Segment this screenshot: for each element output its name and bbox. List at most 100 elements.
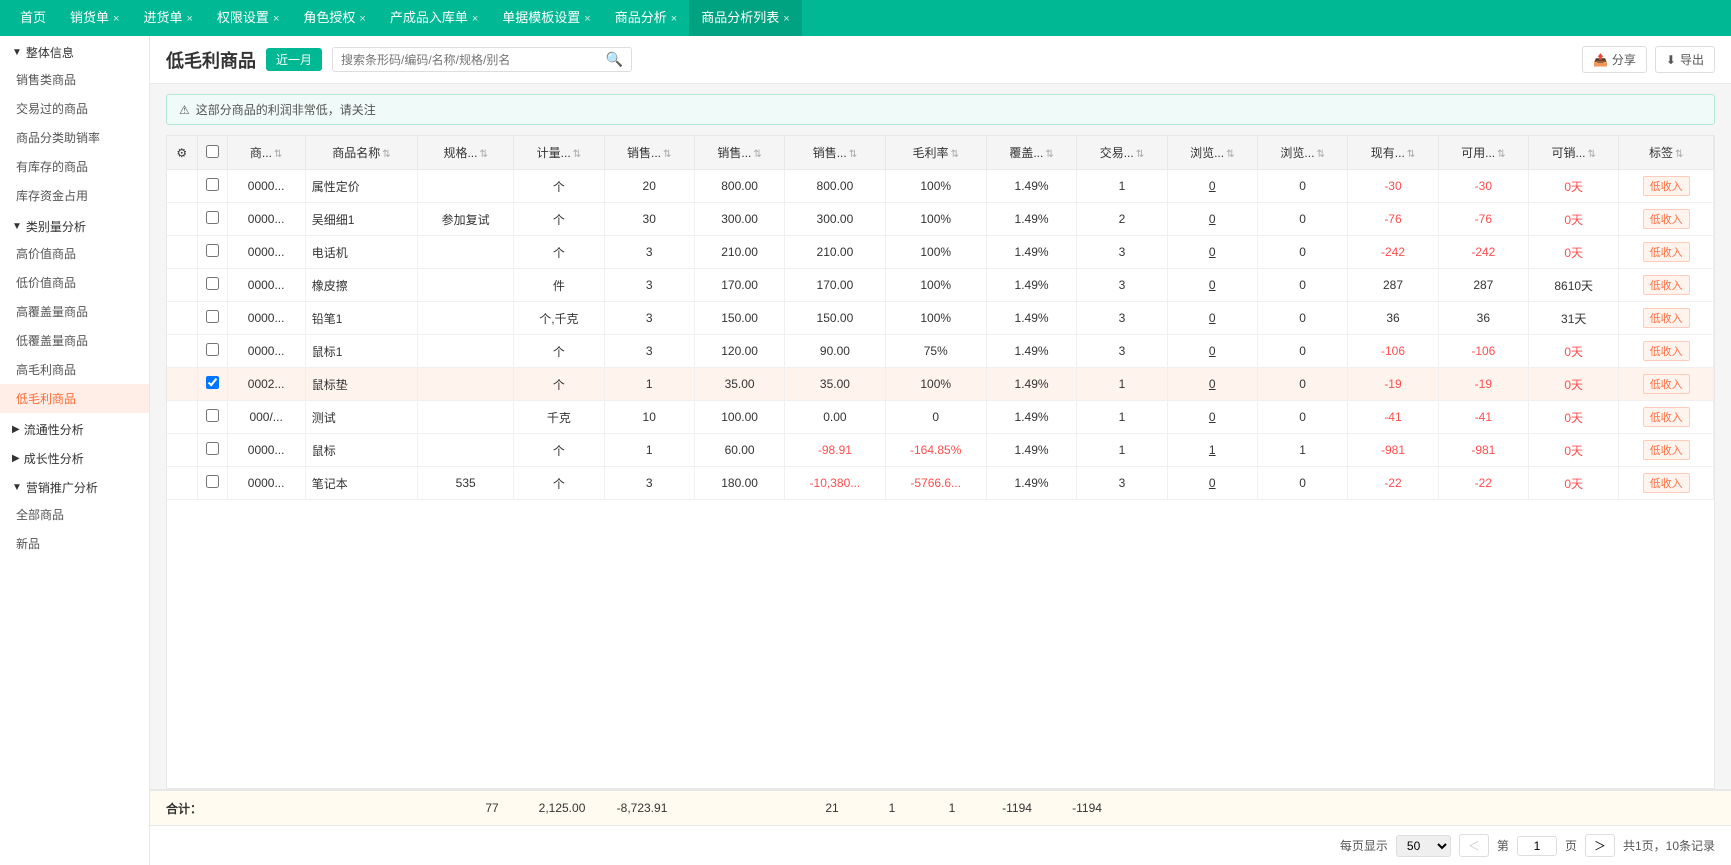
nav-purchase[interactable]: 进货单× (131, 0, 204, 36)
share-button[interactable]: 📤 分享 (1582, 46, 1647, 73)
cell-browse1[interactable]: 0 (1167, 269, 1257, 302)
cell-browse1[interactable]: 0 (1167, 170, 1257, 203)
nav-product-analysis-list[interactable]: 商品分析列表× (689, 0, 801, 36)
sidebar-group-liquidity[interactable]: ▶ 流通性分析 (0, 413, 149, 442)
sidebar-item-category-rate[interactable]: 商品分类助销率 (0, 123, 149, 152)
row-checkbox-3[interactable] (206, 277, 219, 290)
cell-browse1[interactable]: 0 (1167, 335, 1257, 368)
col-browse2[interactable]: 浏览...⇅ (1257, 136, 1347, 170)
cell-browse1[interactable]: 0 (1167, 368, 1257, 401)
sidebar-item-new-products[interactable]: 新品 (0, 529, 149, 558)
cell-current-stock: -106 (1348, 335, 1438, 368)
close-purchase-icon[interactable]: × (186, 13, 192, 25)
col-available[interactable]: 可用...⇅ (1438, 136, 1528, 170)
nav-product-entry[interactable]: 产成品入库单× (378, 0, 490, 36)
sidebar-item-low-value[interactable]: 低价值商品 (0, 268, 149, 297)
nav-template[interactable]: 单据模板设置× (490, 0, 602, 36)
col-browse1[interactable]: 浏览...⇅ (1167, 136, 1257, 170)
col-tag[interactable]: 标签⇅ (1619, 136, 1714, 170)
col-sale-qty[interactable]: 销售...⇅ (604, 136, 694, 170)
sidebar-group-growth[interactable]: ▶ 成长性分析 (0, 442, 149, 471)
row-checkbox-9[interactable] (206, 475, 219, 488)
per-page-select[interactable]: 50 100 200 (1396, 835, 1451, 857)
col-sellable[interactable]: 可销...⇅ (1529, 136, 1619, 170)
sidebar-item-all-products[interactable]: 全部商品 (0, 500, 149, 529)
sidebar-item-stock-capital[interactable]: 库存资金占用 (0, 181, 149, 210)
sidebar-item-low-margin[interactable]: 低毛利商品 (0, 384, 149, 413)
cell-checkbox[interactable] (197, 302, 227, 335)
cell-checkbox[interactable] (197, 203, 227, 236)
col-settings[interactable]: ⚙ (167, 136, 197, 170)
cell-checkbox[interactable] (197, 269, 227, 302)
close-template-icon[interactable]: × (584, 13, 590, 25)
nav-sales[interactable]: 销货单× (58, 0, 131, 36)
nav-product-analysis[interactable]: 商品分析× (603, 0, 689, 36)
col-spec[interactable]: 规格...⇅ (418, 136, 514, 170)
sidebar-item-high-value[interactable]: 高价值商品 (0, 239, 149, 268)
cell-checkbox[interactable] (197, 335, 227, 368)
close-product-icon[interactable]: × (472, 13, 478, 25)
close-analysis-list-icon[interactable]: × (783, 13, 789, 25)
footer-sale-price: 2,125.00 (522, 797, 602, 819)
row-checkbox-0[interactable] (206, 178, 219, 191)
cell-sale-amount: 150.00 (785, 302, 885, 335)
cell-browse1[interactable]: 1 (1167, 434, 1257, 467)
cell-tag: 低收入 (1619, 368, 1714, 401)
nav-permissions[interactable]: 权限设置× (205, 0, 291, 36)
cell-checkbox[interactable] (197, 434, 227, 467)
nav-home[interactable]: 首页 (8, 0, 58, 36)
cell-checkbox[interactable] (197, 236, 227, 269)
cell-browse1[interactable]: 0 (1167, 203, 1257, 236)
sidebar-item-low-coverage[interactable]: 低覆盖量商品 (0, 326, 149, 355)
search-input[interactable] (341, 53, 606, 67)
nav-role-auth[interactable]: 角色授权× (291, 0, 377, 36)
period-button[interactable]: 近一月 (266, 48, 322, 71)
close-permissions-icon[interactable]: × (273, 13, 279, 25)
select-all-checkbox[interactable] (206, 145, 219, 158)
cell-sale-price: 60.00 (694, 434, 784, 467)
cell-browse1[interactable]: 0 (1167, 467, 1257, 500)
cell-checkbox[interactable] (197, 467, 227, 500)
export-button[interactable]: ⬇ 导出 (1655, 46, 1715, 73)
sidebar-group-category[interactable]: ▼ 类别量分析 (0, 210, 149, 239)
col-sale-price[interactable]: 销售...⇅ (694, 136, 784, 170)
col-name[interactable]: 商品名称⇅ (305, 136, 417, 170)
cell-browse1[interactable]: 0 (1167, 302, 1257, 335)
cell-sale-amount: 210.00 (785, 236, 885, 269)
row-checkbox-2[interactable] (206, 244, 219, 257)
col-code[interactable]: 商...⇅ (227, 136, 305, 170)
col-unit[interactable]: 计量...⇅ (514, 136, 604, 170)
cell-checkbox[interactable] (197, 368, 227, 401)
cell-checkbox[interactable] (197, 401, 227, 434)
footer-transaction: 21 (802, 797, 862, 819)
close-role-icon[interactable]: × (359, 13, 365, 25)
row-checkbox-7[interactable] (206, 409, 219, 422)
cell-browse1[interactable]: 0 (1167, 401, 1257, 434)
prev-page-button[interactable]: ＜ (1459, 834, 1489, 857)
cell-unit: 个 (514, 236, 604, 269)
cell-coverage: 1.49% (986, 236, 1076, 269)
next-page-button[interactable]: ＞ (1585, 834, 1615, 857)
col-transaction[interactable]: 交易...⇅ (1077, 136, 1167, 170)
close-sales-icon[interactable]: × (113, 13, 119, 25)
sidebar-item-sales-products[interactable]: 销售类商品 (0, 65, 149, 94)
close-analysis-icon[interactable]: × (671, 13, 677, 25)
col-current-stock[interactable]: 现有...⇅ (1348, 136, 1438, 170)
col-sale-amount[interactable]: 销售...⇅ (785, 136, 885, 170)
sidebar-item-traded-products[interactable]: 交易过的商品 (0, 94, 149, 123)
row-checkbox-5[interactable] (206, 343, 219, 356)
row-checkbox-8[interactable] (206, 442, 219, 455)
cell-browse1[interactable]: 0 (1167, 236, 1257, 269)
row-checkbox-4[interactable] (206, 310, 219, 323)
sidebar-item-high-coverage[interactable]: 高覆盖量商品 (0, 297, 149, 326)
sidebar-item-high-margin[interactable]: 高毛利商品 (0, 355, 149, 384)
sidebar-group-marketing[interactable]: ▼ 营销推广分析 (0, 471, 149, 500)
page-input[interactable] (1517, 836, 1557, 856)
row-checkbox-6[interactable] (206, 376, 219, 389)
col-coverage[interactable]: 覆盖...⇅ (986, 136, 1076, 170)
col-gross-margin[interactable]: 毛利率⇅ (885, 136, 986, 170)
row-checkbox-1[interactable] (206, 211, 219, 224)
sidebar-item-in-stock[interactable]: 有库存的商品 (0, 152, 149, 181)
cell-checkbox[interactable] (197, 170, 227, 203)
sidebar-group-overall[interactable]: ▼ 整体信息 (0, 36, 149, 65)
